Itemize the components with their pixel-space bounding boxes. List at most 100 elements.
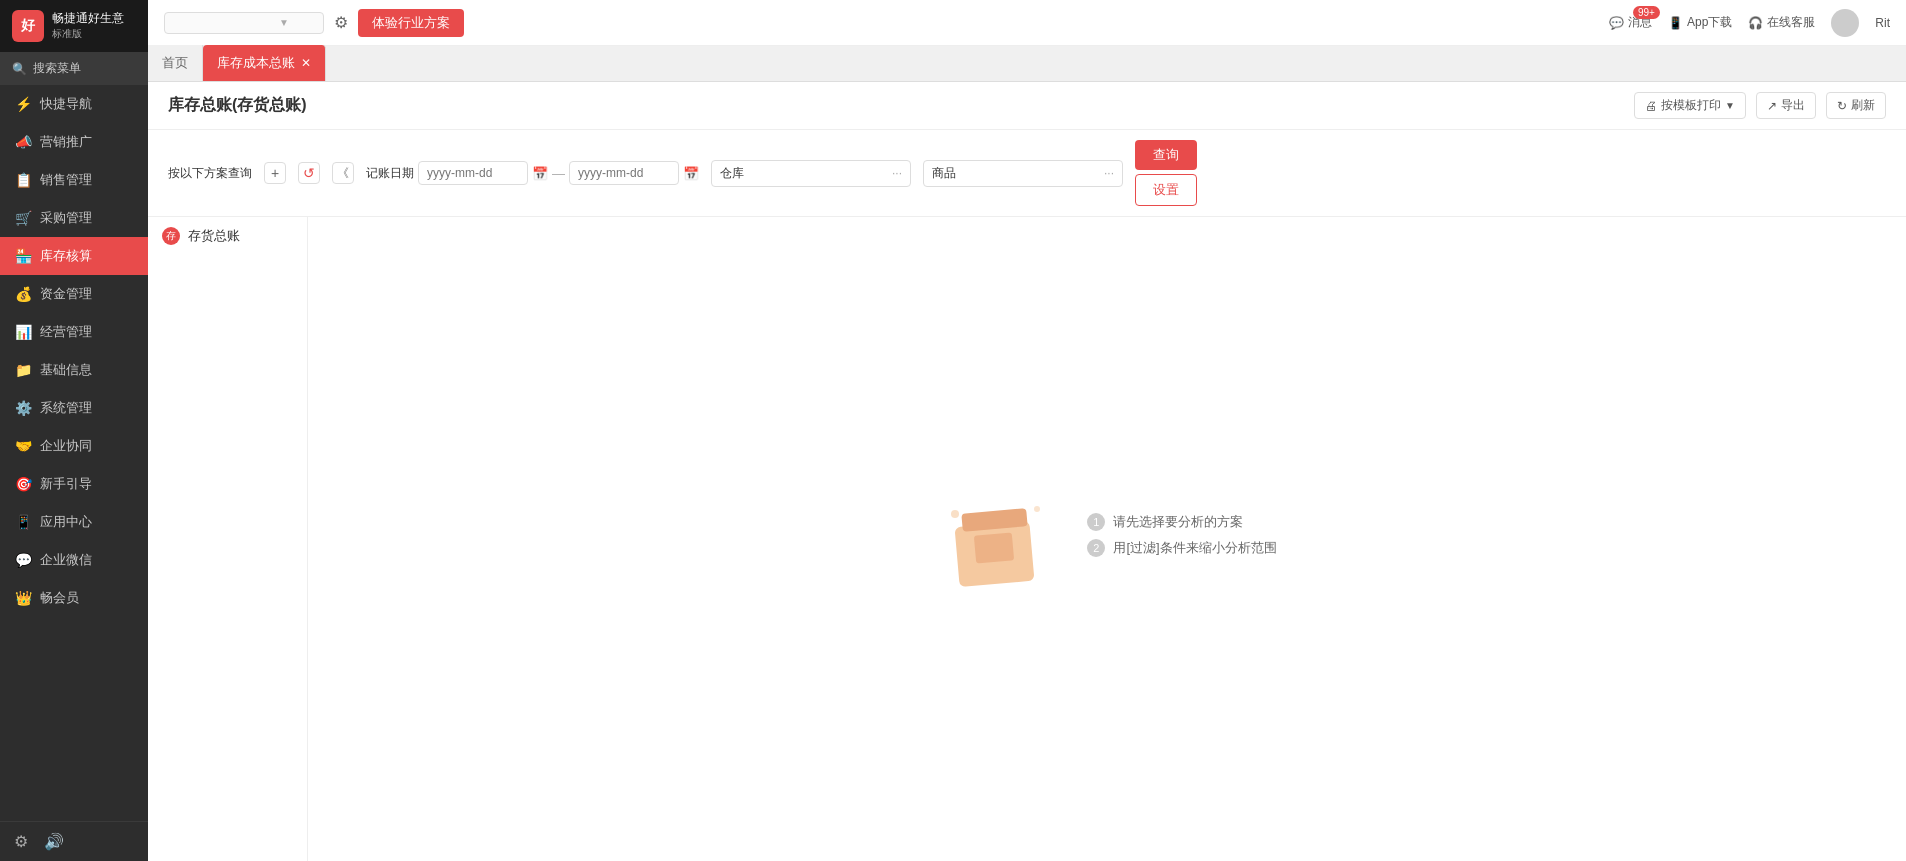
sidebar-item-label: 经营管理 — [40, 323, 92, 341]
sidebar-item-inventory[interactable]: 🏪 库存核算 — [0, 237, 148, 275]
refresh-button[interactable]: ↻ 刷新 — [1826, 92, 1886, 119]
messages-badge: 99+ — [1633, 6, 1660, 19]
goods-more-icon: ··· — [1104, 166, 1114, 180]
quick-nav-icon: ⚡ — [14, 96, 32, 112]
main-body: 存 存货总账 — [148, 217, 1906, 861]
enterprise-icon: 🤝 — [14, 438, 32, 454]
user-avatar[interactable] — [1831, 9, 1859, 37]
sidebar-item-basic[interactable]: 📁 基础信息 — [0, 351, 148, 389]
sidebar-logo: 好 畅捷通好生意 标准版 — [0, 0, 148, 52]
settings-icon[interactable]: ⚙ — [14, 832, 28, 851]
topbar-search-input[interactable] — [173, 16, 273, 30]
scheme-item-label: 存货总账 — [188, 227, 240, 245]
purchase-icon: 🛒 — [14, 210, 32, 226]
goods-label: 商品 — [932, 165, 956, 182]
step-1-num: 1 — [1087, 513, 1105, 531]
print-button[interactable]: 🖨 按模板打印 ▼ — [1634, 92, 1746, 119]
content-panel: 库存总账(存货总账) 🖨 按模板打印 ▼ ↗ 导出 ↻ 刷新 按以下方案查询 — [148, 82, 1906, 861]
print-label: 按模板打印 — [1661, 97, 1721, 114]
sidebar-item-marketing[interactable]: 📣 营销推广 — [0, 123, 148, 161]
app-download-label: App下载 — [1687, 14, 1732, 31]
audio-icon[interactable]: 🔊 — [44, 832, 64, 851]
filter-section: 按以下方案查询 + ↺ 《 记账日期 📅 — 📅 仓库 ··· 商品 ··· — [148, 130, 1906, 217]
sidebar: 好 畅捷通好生意 标准版 🔍 搜索菜单 ⚡ 快捷导航 📣 营销推广 📋 销售管理… — [0, 0, 148, 861]
appstore-icon: 📱 — [14, 514, 32, 530]
sidebar-item-operations[interactable]: 📊 经营管理 — [0, 313, 148, 351]
sidebar-item-purchase[interactable]: 🛒 采购管理 — [0, 199, 148, 237]
sidebar-item-label: 新手引导 — [40, 475, 92, 493]
online-service-label: 在线客服 — [1767, 14, 1815, 31]
trial-button[interactable]: 体验行业方案 — [358, 9, 464, 37]
date-label: 记账日期 — [366, 165, 414, 182]
sidebar-item-label: 企业协同 — [40, 437, 92, 455]
marketing-icon: 📣 — [14, 134, 32, 150]
sidebar-item-system[interactable]: ⚙️ 系统管理 — [0, 389, 148, 427]
step-2-num: 2 — [1087, 539, 1105, 557]
search-button[interactable]: 查询 — [1135, 140, 1197, 170]
sidebar-item-enterprise[interactable]: 🤝 企业协同 — [0, 427, 148, 465]
sidebar-item-guide[interactable]: 🎯 新手引导 — [0, 465, 148, 503]
sidebar-item-wechat[interactable]: 💬 企业微信 — [0, 541, 148, 579]
refresh-label: 刷新 — [1851, 97, 1875, 114]
search-buttons: 查询 设置 — [1135, 140, 1197, 206]
empty-svg — [937, 479, 1057, 599]
date-start-input[interactable] — [418, 161, 528, 185]
topbar-right: 💬 消息 99+ 📱 App下载 🎧 在线客服 Rit — [1609, 9, 1890, 37]
calendar-end-icon[interactable]: 📅 — [683, 166, 699, 181]
sidebar-item-funds[interactable]: 💰 资金管理 — [0, 275, 148, 313]
sidebar-item-label: 系统管理 — [40, 399, 92, 417]
filter-reset-button[interactable]: ↺ — [298, 162, 320, 184]
filter-collapse-button[interactable]: 《 — [332, 162, 354, 184]
date-divider: — — [552, 166, 565, 181]
calendar-start-icon[interactable]: 📅 — [532, 166, 548, 181]
empty-illustration — [937, 479, 1057, 599]
sidebar-item-quick-nav[interactable]: ⚡ 快捷导航 — [0, 85, 148, 123]
topbar-search-wrap[interactable]: ▼ — [164, 12, 324, 34]
member-icon: 👑 — [14, 590, 32, 606]
warehouse-selector[interactable]: 仓库 ··· — [711, 160, 911, 187]
topbar-gear-icon[interactable]: ⚙ — [334, 13, 348, 32]
filter-add-button[interactable]: + — [264, 162, 286, 184]
sidebar-item-label: 营销推广 — [40, 133, 92, 151]
date-end-input[interactable] — [569, 161, 679, 185]
printer-icon: 🖨 — [1645, 99, 1657, 113]
main-area: ▼ ⚙ 体验行业方案 💬 消息 99+ 📱 App下载 🎧 在线客服 Rit 首… — [148, 0, 1906, 861]
empty-step-1: 1 请先选择要分析的方案 — [1087, 513, 1276, 531]
step-1-text: 请先选择要分析的方案 — [1113, 513, 1243, 531]
funds-icon: 💰 — [14, 286, 32, 302]
scheme-item-inventory[interactable]: 存 存货总账 — [148, 217, 307, 255]
scheme-panel: 存 存货总账 — [148, 217, 308, 861]
settings-button[interactable]: 设置 — [1135, 174, 1197, 206]
topbar: ▼ ⚙ 体验行业方案 💬 消息 99+ 📱 App下载 🎧 在线客服 Rit — [148, 0, 1906, 46]
sidebar-item-label: 应用中心 — [40, 513, 92, 531]
sidebar-item-label: 基础信息 — [40, 361, 92, 379]
filter-label: 按以下方案查询 — [168, 165, 252, 182]
tab-inventory-cost[interactable]: 库存成本总账 ✕ — [203, 45, 326, 81]
warehouse-more-icon: ··· — [892, 166, 902, 180]
sidebar-item-label: 快捷导航 — [40, 95, 92, 113]
online-service-item[interactable]: 🎧 在线客服 — [1748, 14, 1815, 31]
sidebar-search-label: 搜索菜单 — [33, 60, 81, 77]
sidebar-item-sales[interactable]: 📋 销售管理 — [0, 161, 148, 199]
tab-close-icon[interactable]: ✕ — [301, 56, 311, 70]
sidebar-item-appstore[interactable]: 📱 应用中心 — [0, 503, 148, 541]
goods-selector[interactable]: 商品 ··· — [923, 160, 1123, 187]
app-download-item[interactable]: 📱 App下载 — [1668, 14, 1732, 31]
phone-icon: 📱 — [1668, 16, 1683, 30]
svg-point-3 — [951, 510, 959, 518]
sidebar-item-label: 销售管理 — [40, 171, 92, 189]
sidebar-bottom: ⚙ 🔊 — [0, 821, 148, 861]
topbar-dropdown-icon[interactable]: ▼ — [279, 17, 289, 28]
basic-icon: 📁 — [14, 362, 32, 378]
app-name: 畅捷通好生意 — [52, 11, 124, 27]
tab-home[interactable]: 首页 — [148, 45, 203, 81]
export-button[interactable]: ↗ 导出 — [1756, 92, 1816, 119]
empty-state: 1 请先选择要分析的方案 2 用[过滤]条件来缩小分析范围 — [308, 217, 1906, 861]
sidebar-search[interactable]: 🔍 搜索菜单 — [0, 52, 148, 85]
export-label: 导出 — [1781, 97, 1805, 114]
sidebar-nav: ⚡ 快捷导航 📣 营销推广 📋 销售管理 🛒 采购管理 🏪 库存核算 💰 资金管… — [0, 85, 148, 821]
sidebar-item-member[interactable]: 👑 畅会员 — [0, 579, 148, 617]
messages-item[interactable]: 💬 消息 99+ — [1609, 14, 1652, 31]
headset-icon: 🎧 — [1748, 16, 1763, 30]
tab-home-label: 首页 — [162, 54, 188, 72]
